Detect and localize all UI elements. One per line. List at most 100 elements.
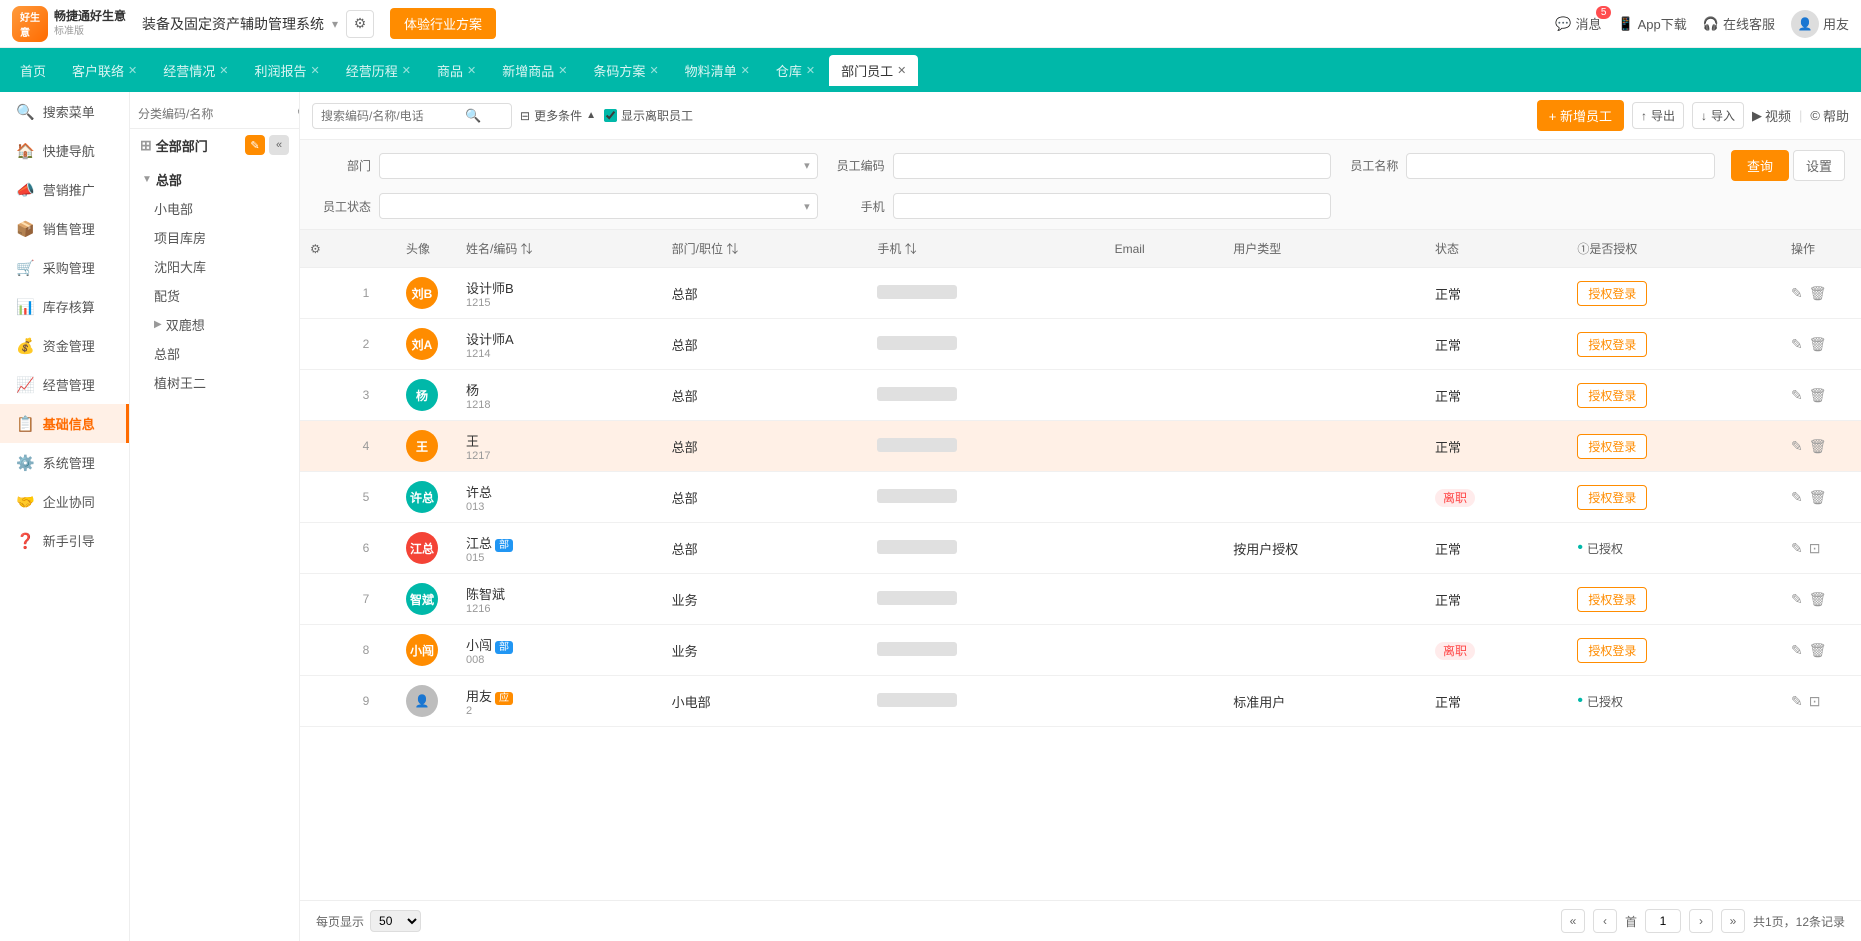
dept-edit-icon[interactable]: ✎ — [245, 135, 265, 155]
dept-node-project[interactable]: 项目库房 — [130, 223, 299, 252]
add-employee-btn[interactable]: + 新增员工 — [1537, 100, 1624, 131]
page-next-btn[interactable]: › — [1689, 909, 1713, 933]
app-download-item[interactable]: 📱 App下载 — [1617, 14, 1686, 33]
dept-node-zhishu[interactable]: 植树王二 — [130, 368, 299, 397]
auth-btn[interactable]: 授权登录 — [1577, 638, 1647, 663]
tab-goods[interactable]: 商品 ✕ — [425, 55, 488, 86]
per-page-select[interactable]: 50 100 — [370, 910, 421, 932]
dept-collapse-icon[interactable]: « — [269, 135, 289, 155]
edit-btn[interactable]: ✎ — [1791, 285, 1803, 302]
sidebar-item-inventory[interactable]: 📊 库存核算 — [0, 287, 129, 326]
edit-btn[interactable]: ✎ — [1791, 540, 1803, 557]
tab-close-operation[interactable]: ✕ — [219, 64, 228, 77]
delete-btn[interactable]: 🗑 — [1809, 438, 1827, 455]
th-name[interactable]: 姓名/编码 ⇅ — [456, 230, 662, 268]
message-item[interactable]: 💬 消息 5 — [1555, 14, 1601, 33]
tab-warehouse[interactable]: 仓库 ✕ — [764, 55, 827, 86]
edit-btn[interactable]: ✎ — [1791, 591, 1803, 608]
dept-node-zongbu[interactable]: 总部 — [130, 339, 299, 368]
help-btn[interactable]: © 帮助 — [1810, 106, 1849, 125]
auth-btn[interactable]: 授权登录 — [1577, 587, 1647, 612]
page-first-btn[interactable]: « — [1561, 909, 1585, 933]
tab-customer[interactable]: 客户联络 ✕ — [60, 55, 149, 86]
edit-btn[interactable]: ✎ — [1791, 489, 1803, 506]
tab-bom[interactable]: 物料清单 ✕ — [673, 55, 762, 86]
tab-close-bom[interactable]: ✕ — [741, 64, 750, 77]
tab-operation[interactable]: 经营情况 ✕ — [151, 55, 240, 86]
show-resigned-label[interactable]: 显示离职员工 — [604, 107, 693, 124]
delete-btn[interactable]: 🗑 — [1809, 642, 1827, 659]
edit-btn[interactable]: ✎ — [1791, 693, 1803, 710]
copy-btn[interactable]: ⊡ — [1809, 540, 1821, 557]
show-resigned-checkbox[interactable] — [604, 109, 617, 122]
set-btn[interactable]: 设置 — [1793, 150, 1845, 181]
page-prev-btn[interactable]: ‹ — [1593, 909, 1617, 933]
edit-btn[interactable]: ✎ — [1791, 387, 1803, 404]
tab-close-history[interactable]: ✕ — [402, 64, 411, 77]
tab-barcode[interactable]: 条码方案 ✕ — [581, 55, 670, 86]
auth-btn[interactable]: 授权登录 — [1577, 332, 1647, 357]
dept-node-shuanglu[interactable]: ▶ 双鹿想 — [130, 310, 299, 339]
search-box[interactable]: 🔍 — [312, 103, 512, 129]
tab-close-profit[interactable]: ✕ — [311, 64, 320, 77]
auth-btn[interactable]: 授权登录 — [1577, 485, 1647, 510]
toolbar-search-icon[interactable]: 🔍 — [465, 108, 481, 124]
filter-phone-input[interactable] — [893, 193, 1332, 219]
tab-new-goods[interactable]: 新增商品 ✕ — [490, 55, 579, 86]
filter-empname-input[interactable] — [1406, 153, 1715, 179]
th-dept[interactable]: 部门/职位 ⇅ — [662, 230, 868, 268]
tab-employee[interactable]: 部门员工 ✕ — [829, 55, 918, 86]
dept-node-xiaodian[interactable]: 小电部 — [130, 194, 299, 223]
delete-btn[interactable]: 🗑 — [1809, 336, 1827, 353]
import-btn[interactable]: ↓ 导入 — [1692, 102, 1744, 129]
delete-btn[interactable]: 🗑 — [1809, 285, 1827, 302]
sidebar-item-finance[interactable]: 💰 资金管理 — [0, 326, 129, 365]
sidebar-item-collab[interactable]: 🤝 企业协同 — [0, 482, 129, 521]
auth-btn[interactable]: 授权登录 — [1577, 383, 1647, 408]
tab-close-barcode[interactable]: ✕ — [649, 64, 658, 77]
sidebar-item-purchase[interactable]: 🛒 采购管理 — [0, 248, 129, 287]
tab-profit[interactable]: 利润报告 ✕ — [242, 55, 331, 86]
tab-close-goods[interactable]: ✕ — [467, 64, 476, 77]
dept-search-input[interactable] — [138, 107, 293, 121]
sidebar-item-sales[interactable]: 📦 销售管理 — [0, 209, 129, 248]
tab-close-employee[interactable]: ✕ — [897, 64, 906, 77]
edit-btn[interactable]: ✎ — [1791, 642, 1803, 659]
tab-home[interactable]: 首页 — [8, 55, 58, 86]
filter-dept-select-wrap[interactable] — [379, 153, 818, 179]
filter-dept-select[interactable] — [379, 153, 818, 179]
page-last-btn[interactable]: » — [1721, 909, 1745, 933]
sidebar-item-bizmanage[interactable]: 📈 经营管理 — [0, 365, 129, 404]
filter-empcode-input[interactable] — [893, 153, 1332, 179]
sidebar-item-guide[interactable]: ❓ 新手引导 — [0, 521, 129, 560]
query-btn[interactable]: 查询 — [1731, 150, 1789, 181]
dept-node-zongbu-parent[interactable]: ▼ 总部 — [130, 165, 299, 194]
export-btn[interactable]: ↑ 导出 — [1632, 102, 1684, 129]
filter-status-select[interactable] — [379, 193, 818, 219]
delete-btn[interactable]: 🗑 — [1809, 387, 1827, 404]
auth-btn[interactable]: 授权登录 — [1577, 434, 1647, 459]
th-phone[interactable]: 手机 ⇅ — [867, 230, 1104, 268]
page-input[interactable] — [1645, 909, 1681, 933]
online-service-item[interactable]: 🎧 在线客服 — [1703, 14, 1775, 33]
sidebar-item-marketing[interactable]: 📣 营销推广 — [0, 170, 129, 209]
dept-search[interactable]: 🔍 — [130, 100, 299, 129]
settings-icon[interactable]: ⚙ — [346, 10, 374, 38]
edit-btn[interactable]: ✎ — [1791, 438, 1803, 455]
settings-icon-th[interactable]: ⚙ — [310, 242, 321, 256]
more-filters-btn[interactable]: ⊟ 更多条件 ▲ — [520, 107, 596, 124]
user-item[interactable]: 👤 用友 — [1791, 10, 1849, 38]
filter-status-select-wrap[interactable] — [379, 193, 818, 219]
system-dropdown-arrow[interactable]: ▾ — [332, 17, 338, 31]
dept-node-shenyang[interactable]: 沈阳大库 — [130, 252, 299, 281]
trial-button[interactable]: 体验行业方案 — [390, 8, 496, 39]
search-input[interactable] — [321, 109, 461, 123]
th-settings[interactable]: ⚙ — [300, 230, 336, 268]
copy-btn[interactable]: ⊡ — [1809, 693, 1821, 710]
delete-btn[interactable]: 🗑 — [1809, 489, 1827, 506]
delete-btn[interactable]: 🗑 — [1809, 591, 1827, 608]
tab-close-warehouse[interactable]: ✕ — [806, 64, 815, 77]
sidebar-item-nav[interactable]: 🏠 快捷导航 — [0, 131, 129, 170]
edit-btn[interactable]: ✎ — [1791, 336, 1803, 353]
tab-close-new-goods[interactable]: ✕ — [558, 64, 567, 77]
